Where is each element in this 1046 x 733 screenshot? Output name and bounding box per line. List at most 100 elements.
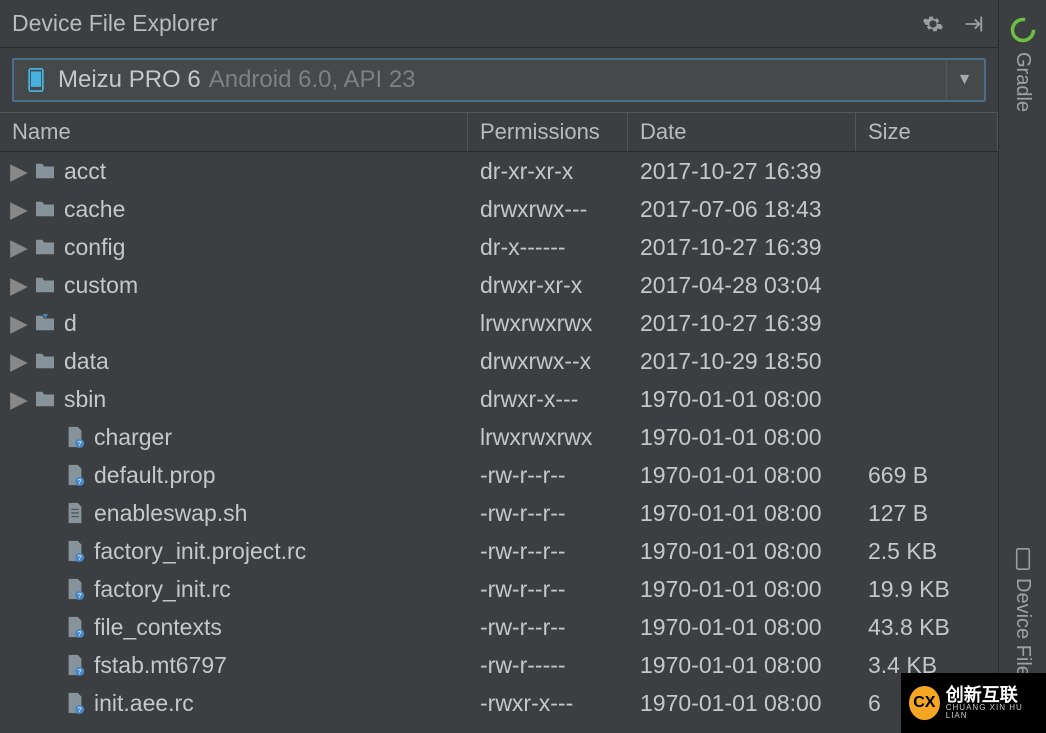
date-cell: 1970-01-01 08:00 [628,614,856,641]
permissions-cell: dr-x------ [468,234,628,261]
expand-icon[interactable]: ▶ [6,348,32,375]
column-name[interactable]: Name [0,113,468,151]
name-cell: ▶ sbin [0,386,468,413]
name-cell: ?file_contexts [0,614,468,641]
file-row[interactable]: ▶dlrwxrwxrwx2017-10-27 16:39 [0,304,998,342]
date-cell: 2017-10-27 16:39 [628,234,856,261]
device-selector[interactable]: Meizu PRO 6 Android 6.0, API 23 ▼ [12,58,986,102]
name-cell: enableswap.sh [0,500,468,527]
name-cell: ▶data [0,348,468,375]
watermark-tag: CHUANG XIN HU LIAN [946,704,1038,720]
permissions-cell: dr-xr-xr-x [468,158,628,185]
file-row[interactable]: ▶ custom drwxr-xr-x2017-04-28 03:04 [0,266,998,304]
permissions-cell: drwxr-xr-x [468,272,628,299]
column-size[interactable]: Size [856,113,998,151]
date-cell: 1970-01-01 08:00 [628,690,856,717]
expand-icon[interactable]: ▶ [6,386,32,413]
expand-icon[interactable]: ▶ [6,196,32,223]
gradle-tool-tab[interactable]: Gradle [1009,4,1037,124]
file-tree[interactable]: ▶acctdr-xr-xr-x2017-10-27 16:39▶cachedrw… [0,152,998,733]
size-cell: 19.9 KB [856,576,998,603]
file-row[interactable]: ?default.prop-rw-r--r--1970-01-01 08:006… [0,456,998,494]
name-cell: ▶ cache [0,196,468,223]
file-row[interactable]: ▶configdr-x------2017-10-27 16:39 [0,228,998,266]
chevron-down-icon[interactable]: ▼ [946,60,974,100]
name-cell: ? factory_init.rc [0,576,468,603]
file-row[interactable]: enableswap.sh-rw-r--r--1970-01-01 08:001… [0,494,998,532]
file-name: init.aee.rc [94,690,194,717]
column-date[interactable]: Date [628,113,856,151]
watermark-brand: 创新互联 [946,686,1038,704]
device-meta: Android 6.0, API 23 [209,66,946,94]
permissions-cell: drwxr-x--- [468,386,628,413]
permissions-cell: -rw-r----- [468,652,628,679]
file-name: acct [64,158,106,185]
file-name: fstab.mt6797 [94,652,227,679]
file-row[interactable]: ?file_contexts-rw-r--r--1970-01-01 08:00… [0,608,998,646]
date-cell: 2017-07-06 18:43 [628,196,856,223]
watermark-logo: CX 创新互联 CHUANG XIN HU LIAN [901,673,1046,733]
permissions-cell: -rw-r--r-- [468,538,628,565]
file-icon: ? [62,652,88,678]
file-icon: ? [62,614,88,640]
title-bar: Device File Explorer [0,0,998,48]
folder-icon [32,386,58,412]
file-name: factory_init.rc [94,576,231,603]
permissions-cell: drwxrwx--x [468,348,628,375]
expand-icon[interactable]: ▶ [6,234,32,261]
size-cell: 127 B [856,500,998,527]
file-row[interactable]: ▶ cache drwxrwx---2017-07-06 18:43 [0,190,998,228]
file-icon: ? [62,462,88,488]
permissions-cell: drwxrwx--- [468,196,628,223]
file-row[interactable]: ?chargerlrwxrwxrwx1970-01-01 08:00 [0,418,998,456]
folder-icon [32,310,58,336]
date-cell: 2017-04-28 03:04 [628,272,856,299]
gradle-icon [1009,16,1037,44]
file-icon: ? [62,538,88,564]
permissions-cell: lrwxrwxrwx [468,310,628,337]
permissions-cell: -rw-r--r-- [468,614,628,641]
permissions-cell: -rwxr-x--- [468,690,628,717]
file-name: custom [64,272,138,299]
file-row[interactable]: ▶ acct dr-xr-xr-x2017-10-27 16:39 [0,152,998,190]
folder-icon [32,234,58,260]
folder-icon [32,158,58,184]
file-row[interactable]: ▶datadrwxrwx--x2017-10-29 18:50 [0,342,998,380]
hide-icon[interactable] [960,11,986,37]
expand-icon[interactable]: ▶ [6,310,32,337]
device-name: Meizu PRO 6 [58,66,201,94]
svg-text:?: ? [78,591,82,600]
file-row[interactable]: ?factory_init.project.rc-rw-r--r--1970-0… [0,532,998,570]
folder-icon [32,272,58,298]
expand-icon[interactable]: ▶ [6,158,32,185]
file-name: sbin [64,386,106,413]
permissions-cell: -rw-r--r-- [468,462,628,489]
svg-text:?: ? [78,705,82,714]
file-name: cache [64,196,125,223]
file-row[interactable]: ?factory_init.rc-rw-r--r--1970-01-01 08:… [0,570,998,608]
permissions-cell: lrwxrwxrwx [468,424,628,451]
gear-icon[interactable] [920,11,946,37]
panel-title: Device File Explorer [12,10,906,37]
file-name: factory_init.project.rc [94,538,306,565]
file-row[interactable]: ?init.aee.rc-rwxr-x---1970-01-01 08:006 [0,684,998,722]
name-cell: ▶config [0,234,468,261]
file-row[interactable]: ▶sbindrwxr-x---1970-01-01 08:00 [0,380,998,418]
phone-icon [1012,548,1034,570]
file-row[interactable]: ?fstab.mt6797-rw-r-----1970-01-01 08:003… [0,646,998,684]
date-cell: 2017-10-29 18:50 [628,348,856,375]
column-permissions[interactable]: Permissions [468,113,628,151]
right-tool-rail: Gradle Device File Expl [998,0,1046,733]
svg-text:?: ? [78,629,82,638]
name-cell: ?charger [0,424,468,451]
file-name: d [64,310,77,337]
date-cell: 2017-10-27 16:39 [628,158,856,185]
name-cell: ?factory_init.project.rc [0,538,468,565]
file-icon: ? [62,690,88,716]
permissions-cell: -rw-r--r-- [468,500,628,527]
file-icon [62,500,88,526]
expand-icon[interactable]: ▶ [6,272,32,299]
date-cell: 1970-01-01 08:00 [628,576,856,603]
svg-text:?: ? [78,667,82,676]
svg-text:?: ? [78,477,82,486]
